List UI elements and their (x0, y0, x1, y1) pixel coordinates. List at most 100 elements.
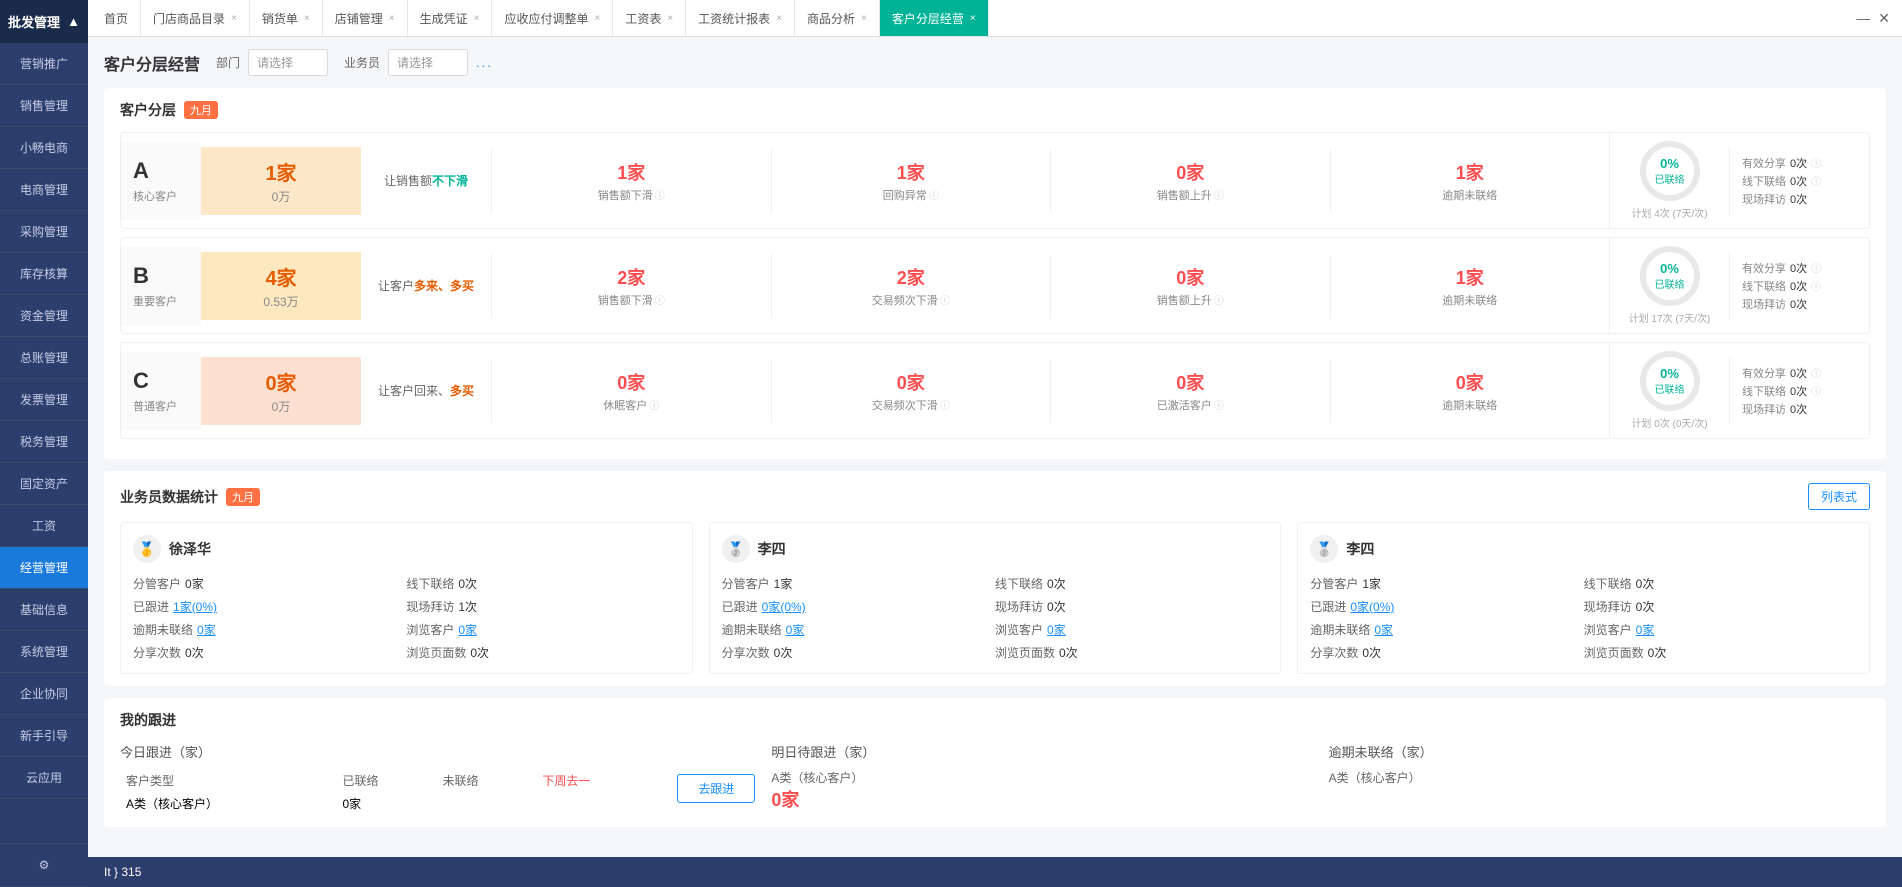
biz-stat-val-1-2[interactable]: 0家(0%) (762, 598, 806, 615)
biz-stat-val-2-2[interactable]: 0家(0%) (1350, 598, 1394, 615)
right-info-icon[interactable]: ⓘ (1811, 365, 1821, 380)
tier-circle-2: 0% 已联络 计划 0次 (0天/次) (1609, 343, 1729, 438)
sidebar-item-13[interactable]: 基础信息 (0, 589, 88, 631)
staff-select[interactable]: 请选择 (388, 49, 468, 76)
tab-close-3[interactable]: × (389, 13, 395, 24)
sidebar-item-5[interactable]: 库存核算 (0, 253, 88, 295)
tab-close-1[interactable]: × (231, 13, 237, 24)
tab-9[interactable]: 客户分层经营× (880, 0, 989, 36)
biz-stat-val-2-4[interactable]: 0家 (1374, 621, 1393, 638)
biz-stat-row-1-7: 浏览页面数0次 (995, 644, 1268, 661)
biz-stat-row-2-2: 已跟进0家(0%) (1310, 598, 1583, 615)
tab-8[interactable]: 商品分析× (795, 0, 880, 36)
tab-4[interactable]: 生成凭证× (408, 0, 493, 36)
tab-close-4[interactable]: × (474, 13, 480, 24)
right-info-icon[interactable]: ⓘ (1811, 173, 1821, 188)
biz-stat-val-1-5[interactable]: 0家 (1047, 621, 1066, 638)
biz-stat-label-0-2: 已跟进 (133, 598, 169, 615)
biz-stat-val-2-5[interactable]: 0家 (1636, 621, 1655, 638)
right-stat-label-1-2: 现场拜访 (1742, 296, 1786, 312)
right-stat-label-1-1: 线下联络 (1742, 278, 1786, 294)
tab-0[interactable]: 首页 (92, 0, 141, 36)
sidebar-item-0[interactable]: 营销推广 (0, 43, 88, 85)
biz-stat-row-0-7: 浏览页面数0次 (406, 644, 679, 661)
biz-stat-row-1-0: 分管客户1家 (722, 575, 995, 592)
tier-row-1: B重要客户4家0.53万让客户多来、多买2家销售额下滑 ⓘ2家交易频次下滑 ⓘ0… (120, 237, 1870, 334)
sidebar-item-1[interactable]: 销售管理 (0, 85, 88, 127)
sidebar-header[interactable]: 批发管理 ▲ (0, 0, 88, 43)
tab-close-5[interactable]: × (594, 13, 600, 24)
sidebar-item-17[interactable]: 云应用 (0, 757, 88, 799)
sidebar-item-2[interactable]: 小畅电商 (0, 127, 88, 169)
sidebar-item-14[interactable]: 系统管理 (0, 631, 88, 673)
right-info-icon[interactable]: ⓘ (1811, 260, 1821, 275)
tier-label-0: A核心客户 (121, 142, 201, 220)
tab-1[interactable]: 门店商品目录× (141, 0, 250, 36)
biz-stat-row-1-2: 已跟进0家(0%) (722, 598, 995, 615)
tab-close-8[interactable]: × (861, 13, 867, 24)
biz-stat-label-2-2: 已跟进 (1310, 598, 1346, 615)
sidebar-item-10[interactable]: 固定资产 (0, 463, 88, 505)
biz-card-1: 🥈 李四 分管客户1家线下联络0次已跟进0家(0%)现场拜访0次逾期未联络0家浏… (709, 522, 1282, 674)
go-follow-button[interactable]: 去跟进 (677, 774, 755, 803)
biz-card-header-0: 🥇 徐泽华 (133, 535, 680, 563)
info-icon[interactable]: ⓘ (655, 292, 665, 307)
sidebar-gear[interactable]: ⚙ (0, 843, 88, 887)
dept-select[interactable]: 请选择 (248, 49, 328, 76)
tab-5[interactable]: 应收应付调整单× (492, 0, 613, 36)
biz-stat-label-0-7: 浏览页面数 (406, 644, 466, 661)
info-icon[interactable]: ⓘ (655, 187, 665, 202)
tier-right-stats-0: 有效分享0次ⓘ线下联络0次ⓘ现场拜访0次 (1729, 147, 1869, 215)
sidebar-item-8[interactable]: 发票管理 (0, 379, 88, 421)
tab-2[interactable]: 销货单× (250, 0, 323, 36)
tab-7[interactable]: 工资统计报表× (686, 0, 795, 36)
tab-close-9[interactable]: × (970, 13, 976, 24)
info-icon[interactable]: ⓘ (940, 292, 950, 307)
biz-stat-val-0-2[interactable]: 1家(0%) (173, 598, 217, 615)
biz-stat-label-2-4: 逾期未联络 (1310, 621, 1370, 638)
sidebar-item-9[interactable]: 税务管理 (0, 421, 88, 463)
sidebar-item-12[interactable]: 经营管理 (0, 547, 88, 589)
sidebar-item-4[interactable]: 采购管理 (0, 211, 88, 253)
tab-close-6[interactable]: × (667, 13, 673, 24)
info-icon[interactable]: ⓘ (929, 187, 939, 202)
sidebar-item-11[interactable]: 工资 (0, 505, 88, 547)
circle-plan-2: 计划 0次 (0天/次) (1618, 415, 1721, 430)
biz-stat-val-1-4[interactable]: 0家 (786, 621, 805, 638)
info-icon[interactable]: ⓘ (940, 397, 950, 412)
right-info-icon[interactable]: ⓘ (1811, 278, 1821, 293)
sidebar-collapse-icon[interactable]: ▲ (67, 14, 80, 29)
info-icon[interactable]: ⓘ (1214, 292, 1224, 307)
biz-stat-val-2-0: 1家 (1362, 575, 1381, 592)
biz-stat-val-0-3: 1次 (458, 598, 477, 615)
tab-3[interactable]: 店铺管理× (323, 0, 408, 36)
info-icon[interactable]: ⓘ (1214, 397, 1224, 412)
list-view-button[interactable]: 列表式 (1808, 483, 1870, 510)
circle-plan-0: 计划 4次 (7天/次) (1618, 205, 1721, 220)
tab-6[interactable]: 工资表× (613, 0, 686, 36)
stat-label-2-1: 交易频次下滑 ⓘ (776, 397, 1047, 413)
biz-stat-val-0-0: 0家 (185, 575, 204, 592)
sidebar-item-15[interactable]: 企业协同 (0, 673, 88, 715)
right-info-icon[interactable]: ⓘ (1811, 383, 1821, 398)
tier-label-1: B重要客户 (121, 247, 201, 325)
sidebar-item-6[interactable]: 资金管理 (0, 295, 88, 337)
info-icon[interactable]: ⓘ (1214, 187, 1224, 202)
right-stat-num-2-2: 0次 (1790, 401, 1807, 417)
biz-header: 业务员数据统计 九月 列表式 (120, 483, 1870, 510)
window-minimize-icon[interactable]: — (1856, 10, 1870, 27)
biz-stat-val-0-5[interactable]: 0家 (458, 621, 477, 638)
biz-stat-label-0-1: 线下联络 (406, 575, 454, 592)
sidebar-item-16[interactable]: 新手引导 (0, 715, 88, 757)
tab-close-2[interactable]: × (304, 13, 310, 24)
filter-more[interactable]: ... (476, 55, 493, 70)
biz-stat-label-1-6: 分享次数 (722, 644, 770, 661)
info-icon[interactable]: ⓘ (649, 397, 659, 412)
biz-stat-val-0-4[interactable]: 0家 (197, 621, 216, 638)
right-info-icon[interactable]: ⓘ (1811, 155, 1821, 170)
tab-close-7[interactable]: × (776, 13, 782, 24)
stat-num-0-1: 1家 (776, 159, 1047, 185)
window-close-icon[interactable]: ✕ (1878, 10, 1890, 27)
sidebar-item-7[interactable]: 总账管理 (0, 337, 88, 379)
sidebar-item-3[interactable]: 电商管理 (0, 169, 88, 211)
